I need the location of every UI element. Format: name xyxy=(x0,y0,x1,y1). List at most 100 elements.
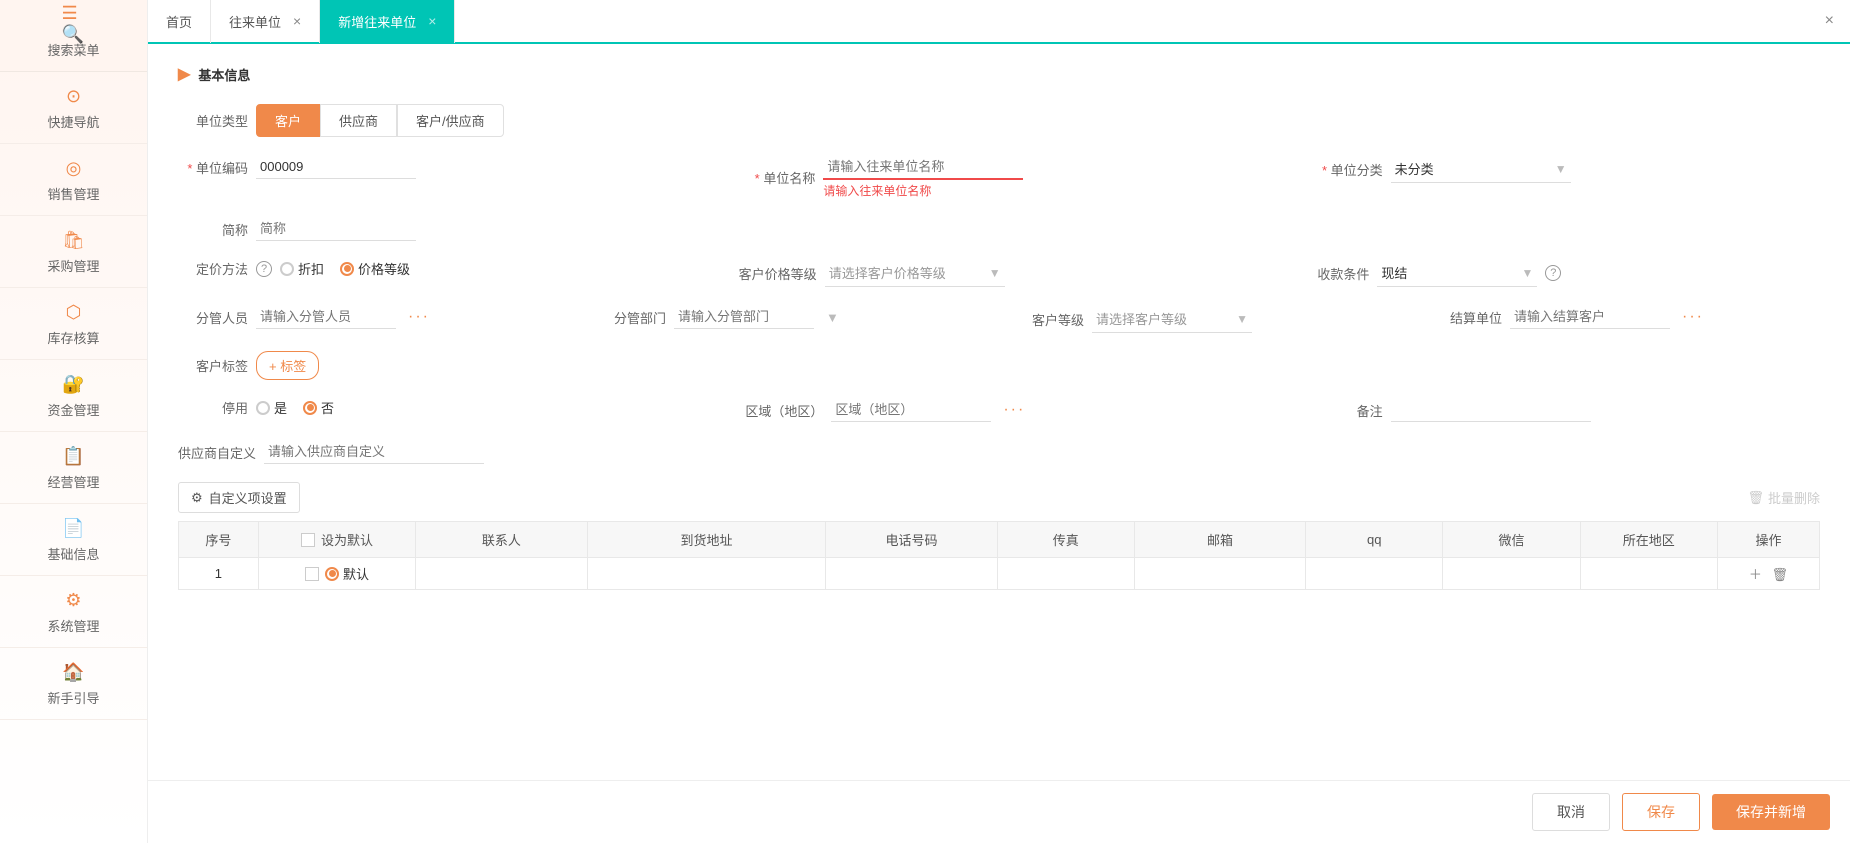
settlement-unit-input[interactable] xyxy=(1510,305,1670,329)
customer-price-level-arrow: ▼ xyxy=(989,266,1001,280)
customer-tag-label: 客户标签 xyxy=(178,356,248,375)
sidebar-item-operations[interactable]: 📋 经营管理 xyxy=(0,432,147,504)
row-wechat[interactable] xyxy=(1443,558,1580,590)
department-input[interactable] xyxy=(674,305,814,329)
save-button[interactable]: 保存 xyxy=(1622,793,1700,831)
settlement-more-btn[interactable]: ··· xyxy=(1678,308,1708,326)
row-default-radio-label: 默认 xyxy=(343,564,369,583)
sidebar-item-finance[interactable]: 🔐 资金管理 xyxy=(0,360,147,432)
sidebar-item-quick-nav[interactable]: ⊙ 快捷导航 xyxy=(0,72,147,144)
customer-level-select[interactable]: 请选择客户等级 ▼ xyxy=(1092,305,1252,333)
tab-home[interactable]: 首页 xyxy=(148,0,211,43)
customize-settings-button[interactable]: ⚙ 自定义项设置 xyxy=(178,482,300,513)
unit-name-field: 单位名称 请输入往来单位名称 xyxy=(745,155,1252,199)
region-more-btn[interactable]: ··· xyxy=(999,401,1029,419)
short-name-input[interactable] xyxy=(256,217,416,241)
sidebar-item-search[interactable]: ☰🔍 搜索菜单 xyxy=(0,0,147,72)
unit-type-customer-btn[interactable]: 客户 xyxy=(256,104,320,137)
row-email[interactable] xyxy=(1134,558,1305,590)
department-label: 分管部门 xyxy=(596,308,666,327)
th-wechat: 微信 xyxy=(1443,522,1580,558)
row-phone[interactable] xyxy=(826,558,997,590)
customer-price-level-field: 客户价格等级 请选择客户价格等级 ▼ xyxy=(739,259,1260,287)
manager-field: 分管人员 ··· xyxy=(178,305,566,329)
sidebar-item-label: 资金管理 xyxy=(47,400,99,419)
supplier-custom-row: 供应商自定义 xyxy=(178,440,1820,464)
unit-name-input[interactable] xyxy=(823,155,1023,180)
sidebar-item-inventory[interactable]: ⬡ 库存核算 xyxy=(0,288,147,360)
remarks-input[interactable] xyxy=(1391,398,1591,422)
disabled-field: 停用 是 否 xyxy=(178,398,685,417)
row-contact[interactable] xyxy=(416,558,587,590)
customer-level-arrow: ▼ xyxy=(1236,312,1248,326)
disabled-no-radio[interactable]: 否 xyxy=(303,398,334,417)
row-default: 默认 xyxy=(258,558,416,590)
unit-category-label: 单位分类 xyxy=(1313,160,1383,179)
row-address[interactable] xyxy=(587,558,826,590)
tab-partner-list-label: 往来单位 xyxy=(229,12,281,31)
sidebar-item-basic-info[interactable]: 📄 基础信息 xyxy=(0,504,147,576)
pricing-help-icon[interactable]: ? xyxy=(256,261,272,277)
pricing-method-label: 定价方法 xyxy=(178,259,248,278)
sidebar-item-label: 搜索菜单 xyxy=(47,40,99,59)
customer-tag-row: 客户标签 + 标签 xyxy=(178,351,1820,380)
customer-price-level-select[interactable]: 请选择客户价格等级 ▼ xyxy=(825,259,1005,287)
sidebar-item-system[interactable]: ⚙ 系统管理 xyxy=(0,576,147,648)
tag-add-button[interactable]: + 标签 xyxy=(256,351,319,380)
disabled-yes-radio[interactable]: 是 xyxy=(256,398,287,417)
sidebar-item-label: 经营管理 xyxy=(47,472,99,491)
th-region: 所在地区 xyxy=(1580,522,1717,558)
unit-type-supplier-btn[interactable]: 供应商 xyxy=(320,104,397,137)
select-all-checkbox[interactable] xyxy=(301,533,315,547)
row-fax[interactable] xyxy=(997,558,1134,590)
region-label: 区域（地区） xyxy=(745,401,823,420)
manager-more-btn[interactable]: ··· xyxy=(404,308,434,326)
delete-icon: 🗑 xyxy=(1747,490,1764,506)
batch-delete-button[interactable]: 🗑 批量删除 xyxy=(1747,488,1820,507)
payment-help-icon[interactable]: ? xyxy=(1545,265,1561,281)
close-all-tabs-button[interactable]: × xyxy=(1825,12,1834,30)
code-name-row: 单位编码 单位名称 请输入往来单位名称 单位分类 未分类 ▼ xyxy=(178,155,1820,199)
tab-add-partner[interactable]: 新增往来单位 × xyxy=(320,0,455,43)
manager-input[interactable] xyxy=(256,305,396,329)
row-region[interactable] xyxy=(1580,558,1717,590)
sidebar-item-purchase[interactable]: 🛍 采购管理 xyxy=(0,216,147,288)
level-radio-circle xyxy=(340,262,354,276)
pricing-level-radio[interactable]: 价格等级 xyxy=(340,259,410,278)
unit-category-select[interactable]: 未分类 ▼ xyxy=(1391,155,1571,183)
disabled-row: 停用 是 否 区域（地区） ··· 备注 xyxy=(178,398,1820,422)
short-name-field: 简称 xyxy=(178,217,1820,241)
contacts-table: 序号 设为默认 联系人 到货地址 电话号码 传真 邮箱 qq xyxy=(178,521,1820,590)
unit-code-input[interactable] xyxy=(256,155,416,179)
supplier-custom-input[interactable] xyxy=(264,440,484,464)
region-input[interactable] xyxy=(831,398,991,422)
row-delete-icon[interactable]: 🗑 xyxy=(1772,567,1789,582)
row-add-icon[interactable]: ＋ xyxy=(1749,567,1762,582)
table-row: 1 默认 xyxy=(179,558,1820,590)
sidebar-item-label: 系统管理 xyxy=(47,616,99,635)
row-qq[interactable] xyxy=(1306,558,1443,590)
tab-partner-list-close[interactable]: × xyxy=(293,13,301,29)
unit-code-field: 单位编码 xyxy=(178,155,685,179)
row-default-radio[interactable]: 默认 xyxy=(325,564,369,583)
th-phone: 电话号码 xyxy=(826,522,997,558)
unit-type-both-btn[interactable]: 客户/供应商 xyxy=(397,104,504,137)
tab-bar: 首页 往来单位 × 新增往来单位 × × xyxy=(148,0,1850,44)
settlement-unit-field: 结算单位 ··· xyxy=(1432,305,1820,329)
payment-condition-select[interactable]: 现结 ▼ xyxy=(1377,259,1537,287)
pricing-discount-radio[interactable]: 折扣 xyxy=(280,259,324,278)
region-field: 区域（地区） ··· xyxy=(745,398,1252,422)
row-checkbox[interactable] xyxy=(305,567,319,581)
tab-add-partner-close[interactable]: × xyxy=(428,13,436,29)
manager-label: 分管人员 xyxy=(178,308,248,327)
operations-icon: 📋 xyxy=(62,444,86,468)
sidebar-item-label: 采购管理 xyxy=(47,256,99,275)
cancel-button[interactable]: 取消 xyxy=(1532,793,1610,831)
save-new-button[interactable]: 保存并新增 xyxy=(1712,794,1830,830)
disabled-yes-label: 是 xyxy=(274,398,287,417)
tab-partner-list[interactable]: 往来单位 × xyxy=(211,0,320,43)
system-icon: ⚙ xyxy=(62,588,86,612)
sidebar-item-sales[interactable]: ◎ 销售管理 xyxy=(0,144,147,216)
sidebar-item-beginner[interactable]: 🏠 新手引导 xyxy=(0,648,147,720)
th-qq: qq xyxy=(1306,522,1443,558)
